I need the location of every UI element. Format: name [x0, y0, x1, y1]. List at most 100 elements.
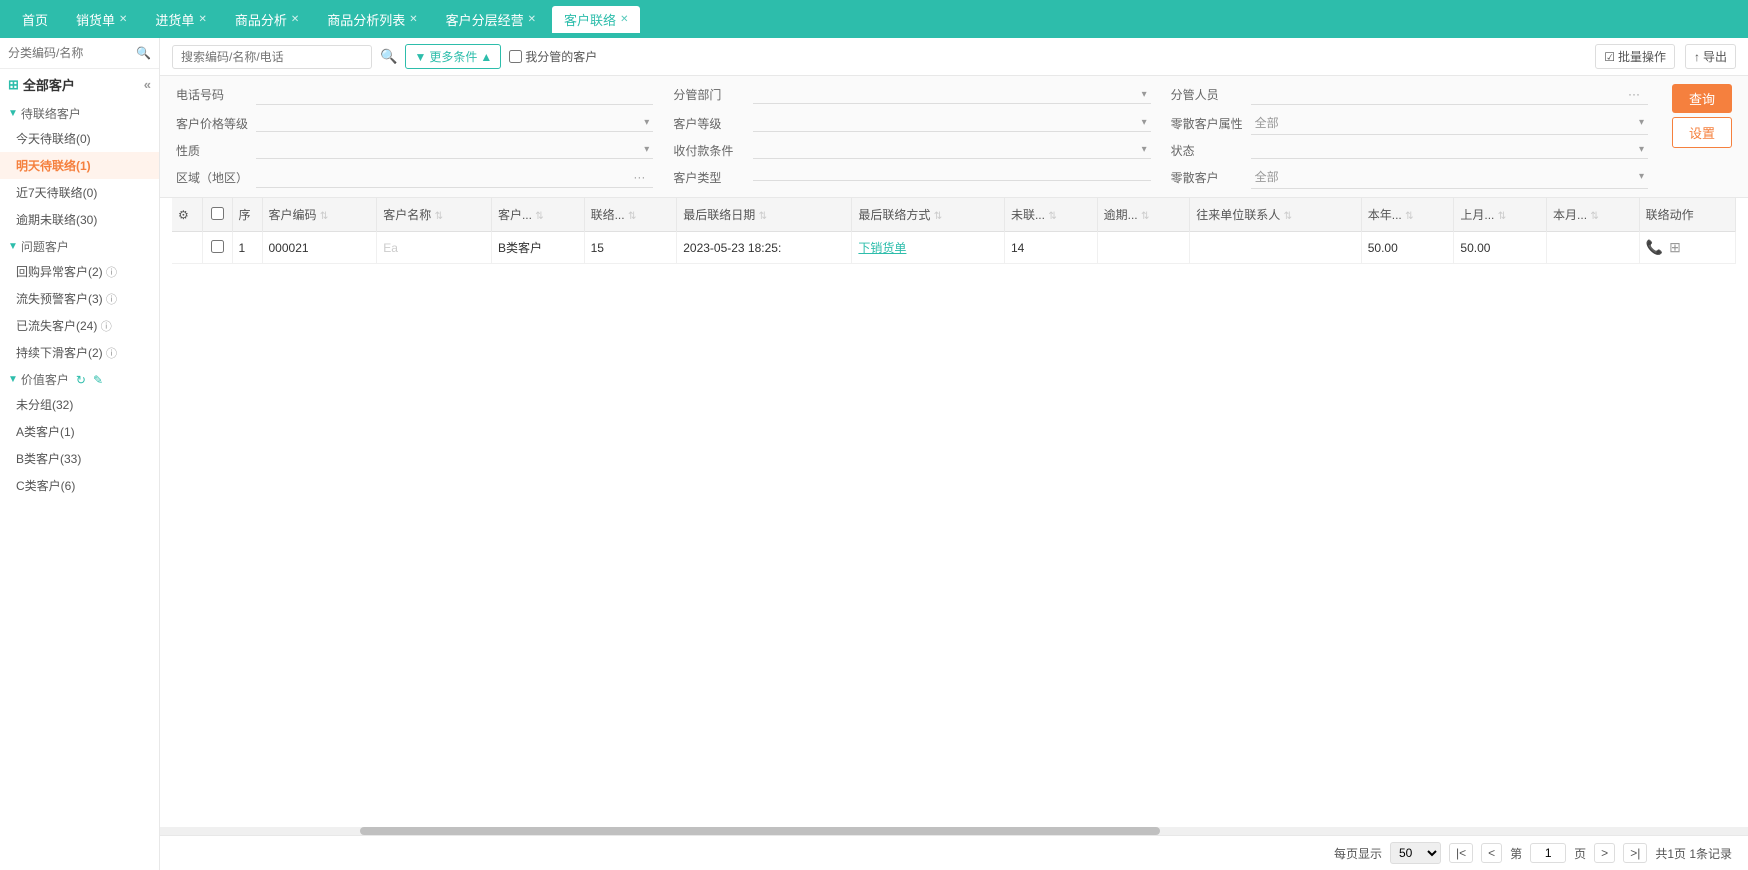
- filter-customer-type: 客户类型: [673, 169, 1150, 186]
- region-dots-icon[interactable]: ···: [629, 170, 649, 184]
- row-last-method-cell[interactable]: 下销货单: [852, 232, 1005, 264]
- top-nav: 首页 销货单 ✕ 进货单 ✕ 商品分析 ✕ 商品分析列表 ✕ 客户分层经营 ✕ …: [0, 0, 1748, 38]
- row-type-cell: B类客户: [491, 232, 584, 264]
- contact-col-header[interactable]: 联络... ⇅: [584, 198, 677, 232]
- filter-region-dropdown[interactable]: ···: [256, 167, 653, 188]
- search-input[interactable]: [172, 45, 372, 69]
- triangle-waiting-icon: ▼: [8, 108, 18, 119]
- refresh-value-icon[interactable]: ↻: [76, 373, 86, 387]
- sidebar-item-class-c[interactable]: C类客户(6): [0, 472, 159, 499]
- filter-retail-customer-dropdown[interactable]: 全部 ▾: [1251, 165, 1648, 189]
- next-page-button[interactable]: >: [1594, 843, 1615, 863]
- sort-year-icon: ⇅: [1405, 211, 1413, 222]
- filter-customer-level-dropdown[interactable]: ▾: [753, 114, 1150, 132]
- sidebar-item-overdue-contact[interactable]: 逾期未联络(30): [0, 206, 159, 233]
- row-code-cell: 000021: [262, 232, 377, 264]
- close-purchase-order-icon[interactable]: ✕: [198, 14, 206, 25]
- nav-product-analysis[interactable]: 商品分析 ✕: [223, 6, 311, 33]
- sidebar-item-churned[interactable]: 已流失客户(24) ⓘ: [0, 312, 159, 339]
- sidebar-item-ungrouped[interactable]: 未分组(32): [0, 391, 159, 418]
- settings-button[interactable]: 设置: [1672, 117, 1732, 148]
- filter-phone: 电话号码: [176, 84, 653, 105]
- phone-action-icon[interactable]: 📞: [1646, 239, 1663, 256]
- unit-contact-col-header[interactable]: 往来单位联系人 ⇅: [1190, 198, 1362, 232]
- filter-bar: 🔍 ▼ 更多条件 ▲ 我分管的客户 ☑ 批量操作 ↑ 导出: [160, 38, 1748, 76]
- manager-dots-icon[interactable]: ···: [1624, 87, 1644, 101]
- per-page-select[interactable]: 50 100 200: [1390, 842, 1441, 864]
- filter-retail-attr-dropdown[interactable]: 全部 ▾: [1251, 111, 1648, 135]
- sidebar-all-customers[interactable]: ⊞ 全部客户 «: [0, 69, 159, 100]
- page-unit-label: 页: [1574, 845, 1586, 862]
- filter-manager-dropdown[interactable]: ···: [1251, 84, 1648, 105]
- close-customer-tiering-icon[interactable]: ✕: [528, 14, 536, 25]
- export-button[interactable]: ↑ 导出: [1685, 44, 1736, 69]
- grid-action-icon[interactable]: ⊞: [1669, 239, 1681, 256]
- row-checkbox[interactable]: [211, 240, 224, 253]
- last-contact-method-col-header[interactable]: 最后联络方式 ⇅: [852, 198, 1005, 232]
- no-contact-col-header[interactable]: 未联... ⇅: [1004, 198, 1097, 232]
- sidebar-search-icon[interactable]: 🔍: [136, 46, 151, 60]
- filter-price-level-dropdown[interactable]: ▾: [256, 114, 653, 132]
- filter-customer-type-dropdown[interactable]: [753, 174, 1150, 181]
- this-month-col-header[interactable]: 本月... ⇅: [1547, 198, 1640, 232]
- close-sales-order-icon[interactable]: ✕: [119, 14, 127, 25]
- filter-status-dropdown[interactable]: ▾: [1251, 141, 1648, 159]
- page-input[interactable]: [1530, 843, 1566, 863]
- sidebar-item-class-b[interactable]: B类客户(33): [0, 445, 159, 472]
- filter-dept-dropdown[interactable]: ▾: [753, 86, 1150, 104]
- first-page-button[interactable]: |<: [1449, 843, 1473, 863]
- sidebar-item-repurchase-abnormal[interactable]: 回购异常客户(2) ⓘ: [0, 258, 159, 285]
- nav-sales-order[interactable]: 销货单 ✕: [64, 6, 139, 33]
- sidebar-item-tomorrow-contact[interactable]: 明天待联络(1): [0, 152, 159, 179]
- type-col-header[interactable]: 客户... ⇅: [491, 198, 584, 232]
- prev-page-button[interactable]: <: [1481, 843, 1502, 863]
- last-method-link[interactable]: 下销货单: [858, 241, 906, 255]
- filter-retail-attr-label: 零散客户属性: [1171, 115, 1251, 132]
- chevron-down-price-icon: ▾: [644, 117, 649, 128]
- sidebar-item-class-a[interactable]: A类客户(1): [0, 418, 159, 445]
- sidebar-search-input[interactable]: [8, 46, 132, 60]
- select-all-checkbox[interactable]: [211, 207, 224, 220]
- close-product-analysis-icon[interactable]: ✕: [291, 14, 299, 25]
- settings-col-header[interactable]: ⚙: [172, 198, 202, 232]
- edit-value-icon[interactable]: ✎: [93, 373, 103, 387]
- query-button[interactable]: 查询: [1672, 84, 1732, 113]
- nav-purchase-order[interactable]: 进货单 ✕: [143, 6, 218, 33]
- nav-product-analysis-list[interactable]: 商品分析列表 ✕: [315, 6, 429, 33]
- close-customer-contact-icon[interactable]: ✕: [620, 14, 628, 25]
- sidebar-item-declining[interactable]: 持续下滑客户(2) ⓘ: [0, 339, 159, 366]
- my-customers-checkbox[interactable]: 我分管的客户: [509, 48, 597, 65]
- sidebar-item-week-contact[interactable]: 近7天待联络(0): [0, 179, 159, 206]
- overdue-col-header[interactable]: 逾期... ⇅: [1097, 198, 1190, 232]
- row-settings-cell: [172, 232, 202, 264]
- collapse-icon[interactable]: «: [144, 77, 151, 92]
- filter-phone-input[interactable]: [256, 84, 653, 105]
- filter-status: 状态 ▾: [1171, 141, 1648, 159]
- last-contact-date-col-header[interactable]: 最后联络日期 ⇅: [677, 198, 852, 232]
- action-icons-group: 📞 ⊞: [1646, 239, 1729, 256]
- filter-nature: 性质 ▾: [176, 141, 653, 159]
- sidebar-item-churn-warning[interactable]: 流失预警客户(3) ⓘ: [0, 285, 159, 312]
- filter-payment-dropdown[interactable]: ▾: [753, 141, 1150, 159]
- nav-customer-tiering[interactable]: 客户分层经营 ✕: [434, 6, 548, 33]
- this-year-col-header[interactable]: 本年... ⇅: [1361, 198, 1454, 232]
- sort-no-contact-icon: ⇅: [1048, 211, 1056, 222]
- more-conditions-button[interactable]: ▼ 更多条件 ▲: [405, 44, 501, 69]
- name-col-header[interactable]: 客户名称 ⇅: [377, 198, 492, 232]
- nav-customer-contact[interactable]: 客户联络 ✕: [552, 6, 640, 33]
- filter-nature-dropdown[interactable]: ▾: [256, 141, 653, 159]
- last-month-col-header[interactable]: 上月... ⇅: [1454, 198, 1547, 232]
- my-customers-check[interactable]: [509, 50, 522, 63]
- last-page-button[interactable]: >|: [1623, 843, 1647, 863]
- sidebar-item-today-contact[interactable]: 今天待联络(0): [0, 125, 159, 152]
- batch-operation-button[interactable]: ☑ 批量操作: [1595, 44, 1675, 69]
- sort-overdue-icon: ⇅: [1141, 211, 1149, 222]
- horizontal-scrollbar[interactable]: [160, 827, 1748, 835]
- row-checkbox-cell: [202, 232, 232, 264]
- close-product-analysis-list-icon[interactable]: ✕: [409, 14, 417, 25]
- code-col-header[interactable]: 客户编码 ⇅: [262, 198, 377, 232]
- scroll-thumb[interactable]: [360, 827, 1160, 835]
- search-button[interactable]: 🔍: [380, 48, 397, 65]
- nav-home[interactable]: 首页: [10, 6, 60, 33]
- filter-row-1: 电话号码 分管部门 ▾ 分管人员: [176, 84, 1648, 105]
